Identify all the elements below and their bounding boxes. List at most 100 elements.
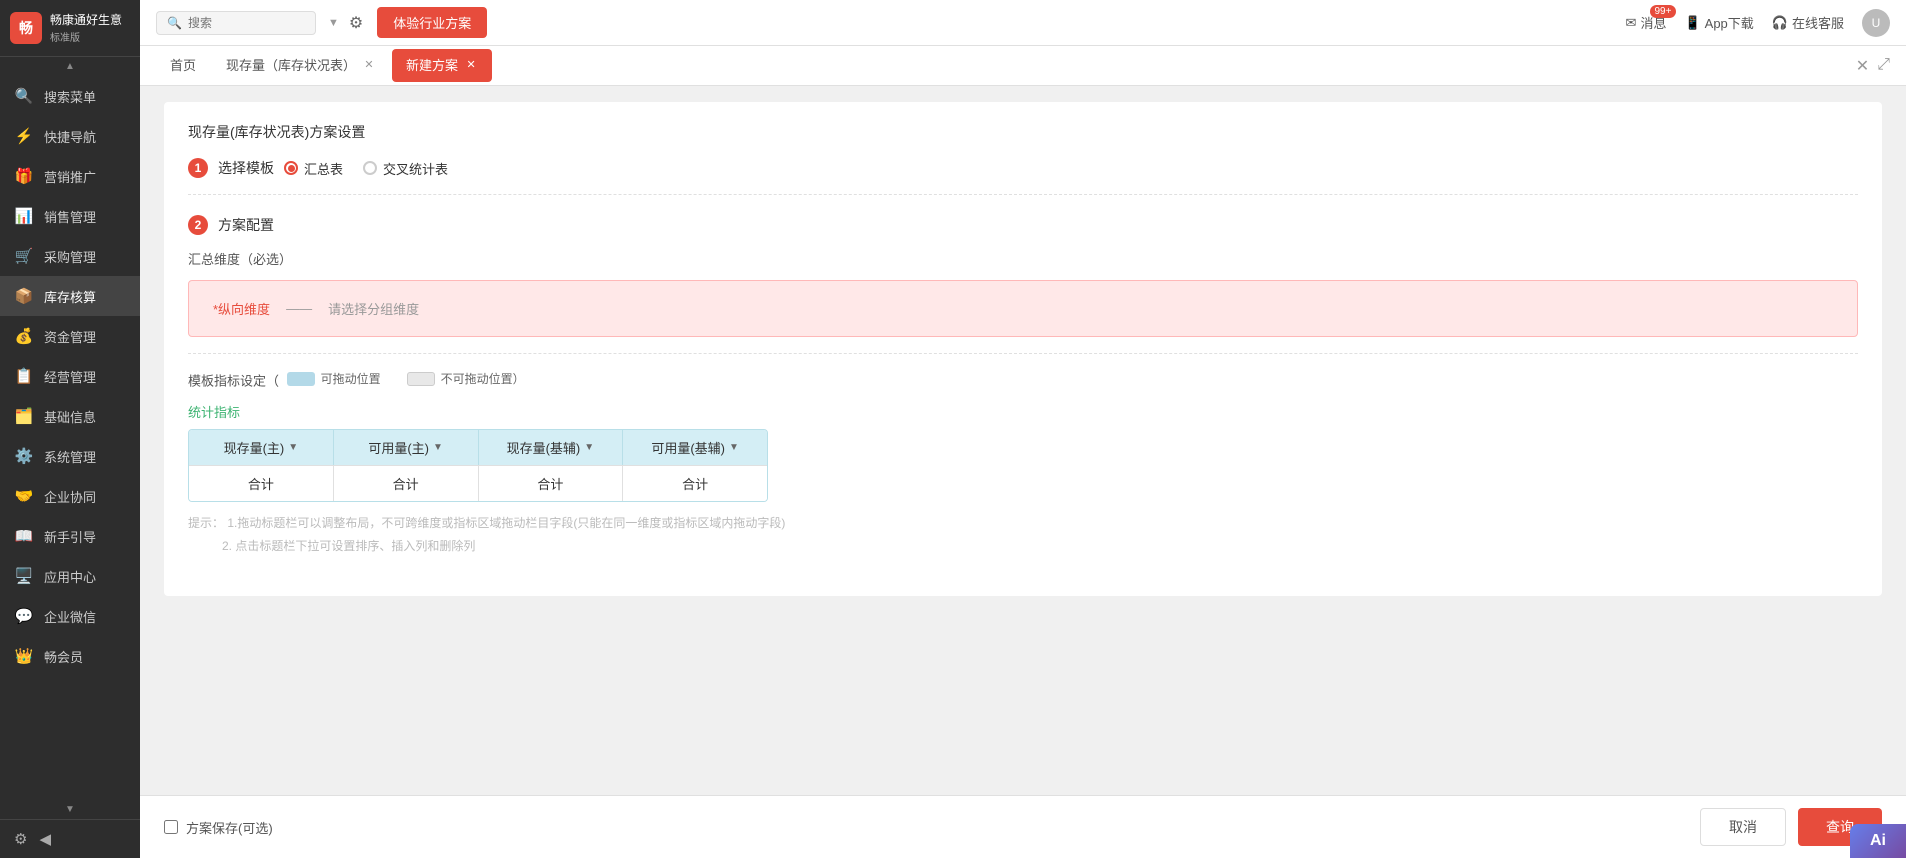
step2-section: 2 方案配置 汇总维度（必选） *纵向维度 —— 请选择分组维度 模板指标设定（: [188, 215, 1858, 556]
pink-error-box: *纵向维度 —— 请选择分组维度: [188, 280, 1858, 337]
sidebar-item-label: 搜索菜单: [44, 87, 96, 106]
topbar-search[interactable]: 🔍: [156, 11, 316, 35]
app-download-label: App下载: [1705, 13, 1754, 32]
search-input[interactable]: [188, 16, 305, 30]
sidebar-nav: 🔍 搜索菜单 ⚡ 快捷导航 🎁 营销推广 📊 销售管理 🛒 采购管理 📦 库存核…: [0, 76, 140, 800]
sidebar-item-marketing[interactable]: 🎁 营销推广: [0, 156, 140, 196]
sidebar-item-member[interactable]: 👑 畅会员: [0, 636, 140, 676]
table-header-cell-4[interactable]: 可用量(基辅) ▼: [623, 430, 767, 465]
sidebar-item-finance[interactable]: 💰 资金管理: [0, 316, 140, 356]
member-icon: 👑: [14, 646, 34, 666]
tab-new-scheme-label: 新建方案: [406, 55, 458, 74]
tab-new-close[interactable]: ✕: [464, 58, 478, 72]
system-icon: ⚙️: [14, 446, 34, 466]
sidebar-item-label: 采购管理: [44, 247, 96, 266]
purchase-icon: 🛒: [14, 246, 34, 266]
step1-divider: [188, 194, 1858, 195]
tabbar: 首页 现存量（库存状况表） ✕ 新建方案 ✕ ✕ ⤢: [140, 46, 1906, 86]
table-header-cell-2[interactable]: 可用量(主) ▼: [334, 430, 479, 465]
message-icon: ✉: [1626, 15, 1637, 31]
save-option: 方案保存(可选): [164, 818, 273, 837]
inventory-icon: 📦: [14, 286, 34, 306]
vertical-placeholder[interactable]: 请选择分组维度: [328, 299, 419, 318]
tab-home[interactable]: 首页: [156, 47, 210, 84]
sidebar-item-purchase[interactable]: 🛒 采购管理: [0, 236, 140, 276]
sidebar-item-cooperation[interactable]: 🤝 企业协同: [0, 476, 140, 516]
summary-dimension-label: 汇总维度（必选）: [188, 249, 1858, 268]
sidebar-item-label: 新手引导: [44, 527, 96, 546]
sidebar-item-search-menu[interactable]: 🔍 搜索菜单: [0, 76, 140, 116]
sidebar-item-label: 资金管理: [44, 327, 96, 346]
radio-summary-label: 汇总表: [304, 159, 343, 178]
header-label-4: 可用量(基辅): [651, 438, 725, 457]
tab-new-scheme[interactable]: 新建方案 ✕: [392, 49, 492, 82]
sidebar-item-operation[interactable]: 📋 经营管理: [0, 356, 140, 396]
sidebar-item-sales[interactable]: 📊 销售管理: [0, 196, 140, 236]
expand-icon[interactable]: ⤢: [1877, 56, 1890, 76]
vertical-dim-label: *纵向维度: [213, 299, 270, 318]
newbie-icon: 📖: [14, 526, 34, 546]
stats-table: 现存量(主) ▼ 可用量(主) ▼ 现存量(基辅) ▼: [188, 429, 768, 502]
tip-label: 提示：: [188, 516, 224, 530]
sidebar-item-newbie[interactable]: 📖 新手引导: [0, 516, 140, 556]
header-label-3: 现存量(基辅): [507, 438, 581, 457]
close-panel-icon[interactable]: ✕: [1856, 56, 1869, 76]
app-version: 标准版: [50, 29, 122, 44]
logo-icon: 畅: [10, 12, 42, 44]
tab-inventory-close[interactable]: ✕: [362, 58, 376, 72]
main-panel: 现存量(库存状况表)方案设置 1 选择模板 汇总表 交叉统计表: [164, 102, 1882, 596]
tab-inventory-label: 现存量（库存状况表）: [226, 55, 356, 74]
sidebar-bottom: ⚙ ◀: [0, 819, 140, 858]
messages-item[interactable]: ✉ 消息 99+: [1626, 13, 1667, 32]
table-cell-4: 合计: [623, 465, 767, 501]
user-avatar[interactable]: U: [1862, 9, 1890, 37]
search-dropdown-icon[interactable]: ▼: [328, 17, 339, 29]
sidebar-item-label: 畅会员: [44, 647, 83, 666]
header-chevron-1: ▼: [288, 442, 298, 453]
sidebar-item-label: 企业微信: [44, 607, 96, 626]
sidebar-item-wechat[interactable]: 💬 企业微信: [0, 596, 140, 636]
tab-right-icons: ✕ ⤢: [1856, 56, 1890, 76]
sidebar-item-basic-info[interactable]: 🗂️ 基础信息: [0, 396, 140, 436]
radio-summary-circle: [284, 161, 298, 175]
topbar-right: ✉ 消息 99+ 📱 App下载 🎧 在线客服 U: [1626, 9, 1890, 37]
header-label-1: 现存量(主): [224, 438, 285, 457]
sidebar-scroll-down[interactable]: ▼: [0, 800, 140, 819]
tab-inventory[interactable]: 现存量（库存状况表） ✕: [212, 47, 390, 84]
sidebar-item-app-center[interactable]: 🖥️ 应用中心: [0, 556, 140, 596]
settings-icon[interactable]: ⚙: [14, 830, 27, 848]
online-service-item[interactable]: 🎧 在线客服: [1772, 13, 1844, 32]
app-download-item[interactable]: 📱 App下载: [1684, 13, 1753, 32]
collapse-icon[interactable]: ◀: [39, 830, 51, 848]
topbar-gear-icon[interactable]: ⚙: [349, 13, 363, 33]
sidebar-item-inventory[interactable]: 📦 库存核算: [0, 276, 140, 316]
sidebar-item-label: 基础信息: [44, 407, 96, 426]
save-label: 方案保存(可选): [186, 818, 273, 837]
sidebar-item-label: 企业协同: [44, 487, 96, 506]
table-header-cell-1[interactable]: 现存量(主) ▼: [189, 430, 334, 465]
radio-cross[interactable]: 交叉统计表: [363, 159, 448, 178]
radio-cross-circle: [363, 161, 377, 175]
sidebar-scroll-up[interactable]: ▲: [0, 57, 140, 76]
online-service-label: 在线客服: [1792, 13, 1844, 32]
ai-badge[interactable]: Ai: [1850, 824, 1906, 858]
sidebar-item-system[interactable]: ⚙️ 系统管理: [0, 436, 140, 476]
sidebar-item-quick-nav[interactable]: ⚡ 快捷导航: [0, 116, 140, 156]
content-area: 现存量(库存状况表)方案设置 1 选择模板 汇总表 交叉统计表: [140, 86, 1906, 795]
table-header-cell-3[interactable]: 现存量(基辅) ▼: [479, 430, 624, 465]
messages-badge: 99+: [1650, 5, 1677, 18]
radio-summary[interactable]: 汇总表: [284, 159, 343, 178]
trial-button[interactable]: 体验行业方案: [377, 7, 487, 38]
tip-1: 提示： 1.拖动标题栏可以调整布局，不可跨维度或指标区域拖动栏目字段(只能在同一…: [188, 514, 1858, 533]
non-draggable-legend: 不可拖动位置）: [407, 370, 525, 387]
stats-table-header: 现存量(主) ▼ 可用量(主) ▼ 现存量(基辅) ▼: [189, 430, 767, 465]
table-row: 合计 合计 合计 合计: [189, 465, 767, 501]
cancel-button[interactable]: 取消: [1700, 808, 1786, 846]
sidebar-item-label: 库存核算: [44, 287, 96, 306]
wechat-icon: 💬: [14, 606, 34, 626]
save-checkbox[interactable]: [164, 820, 178, 834]
headset-icon: 🎧: [1772, 15, 1788, 31]
sidebar-item-label: 销售管理: [44, 207, 96, 226]
topbar: 🔍 ▼ ⚙ 体验行业方案 ✉ 消息 99+ 📱 App下载 🎧 在线客服 U: [140, 0, 1906, 46]
template-radio-group: 汇总表 交叉统计表: [284, 159, 448, 178]
